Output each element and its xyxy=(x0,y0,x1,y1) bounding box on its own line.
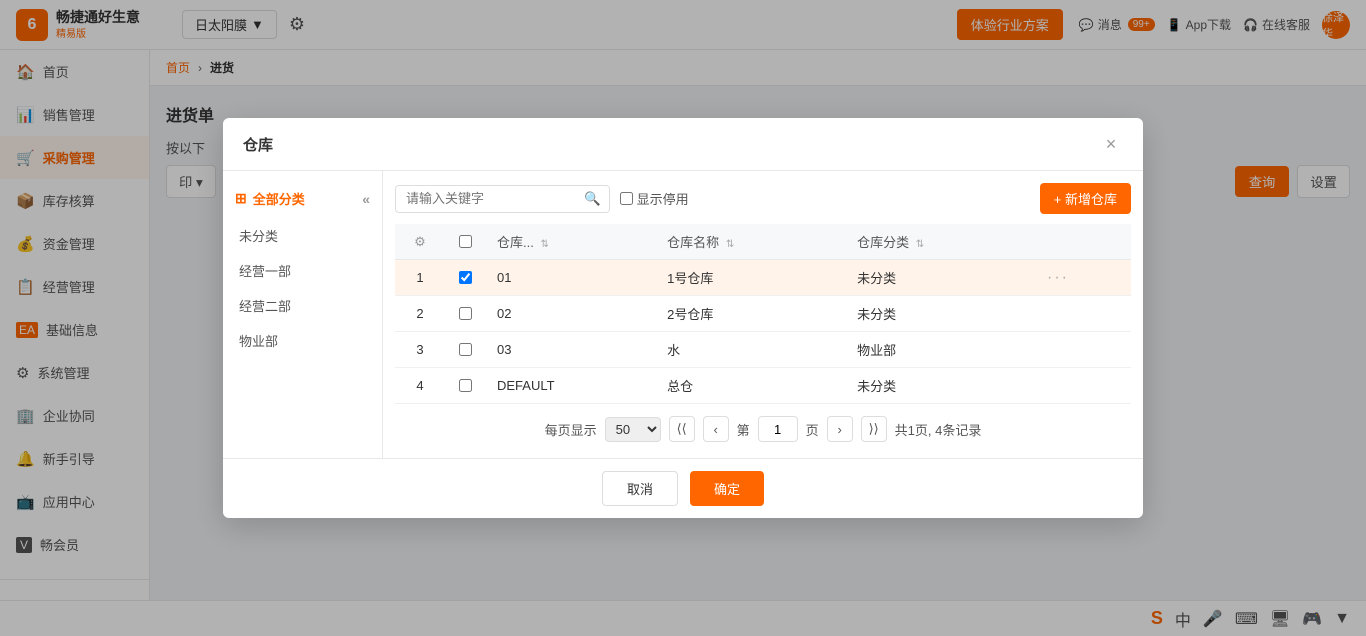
table-row[interactable]: 1 01 1号仓库 未分类 ··· xyxy=(395,260,1131,296)
category-label-dept1: 经营一部 xyxy=(239,264,291,279)
col-header-check xyxy=(445,224,485,260)
category-all-label: 全部分类 xyxy=(253,189,305,208)
add-warehouse-button[interactable]: + 新增仓库 xyxy=(1040,183,1131,214)
row-name: 1号仓库 xyxy=(655,260,845,296)
row-more-button[interactable]: ··· xyxy=(1047,269,1069,286)
show-disabled-text: 显示停用 xyxy=(637,189,689,208)
row-checkbox[interactable] xyxy=(459,379,472,392)
sort-name-icon: ⇅ xyxy=(726,239,734,250)
page-next-button[interactable]: › xyxy=(827,416,853,442)
col-header-settings: ⚙ xyxy=(395,224,445,260)
cancel-button[interactable]: 取消 xyxy=(602,471,678,506)
row-num: 2 xyxy=(395,296,445,332)
page-size-select[interactable]: 50 10 20 100 xyxy=(605,417,661,442)
col-header-code: 仓库... ⇅ xyxy=(485,224,655,260)
row-actions[interactable] xyxy=(1035,296,1131,332)
page-label: 页 xyxy=(806,420,819,439)
row-num: 3 xyxy=(395,332,445,368)
modal-header: 仓库 × xyxy=(223,118,1143,171)
category-item-unclassified[interactable]: 未分类 xyxy=(223,218,382,253)
table-row[interactable]: 4 DEFAULT 总仓 未分类 xyxy=(395,368,1131,404)
sort-category-icon: ⇅ xyxy=(916,239,924,250)
modal-title: 仓库 xyxy=(243,134,273,155)
collapse-icon[interactable]: « xyxy=(362,191,370,207)
category-label-property: 物业部 xyxy=(239,334,278,349)
warehouse-modal: 仓库 × ⊞ 全部分类 « 未分类 经营一部 经营二部 xyxy=(223,118,1143,518)
total-info: 共1页, 4条记录 xyxy=(895,420,982,439)
row-checkbox[interactable] xyxy=(459,307,472,320)
row-code: 02 xyxy=(485,296,655,332)
show-disabled-checkbox[interactable] xyxy=(620,192,633,205)
table-row[interactable]: 2 02 2号仓库 未分类 xyxy=(395,296,1131,332)
sort-code-icon: ⇅ xyxy=(540,239,548,250)
table-header-row: ⚙ 仓库... ⇅ xyxy=(395,224,1131,260)
warehouse-table: ⚙ 仓库... ⇅ xyxy=(395,224,1131,404)
col-header-actions xyxy=(1035,224,1131,260)
row-name: 2号仓库 xyxy=(655,296,845,332)
modal-body: ⊞ 全部分类 « 未分类 经营一部 经营二部 物业部 xyxy=(223,171,1143,458)
page-size-label: 每页显示 xyxy=(545,420,597,439)
row-check[interactable] xyxy=(445,332,485,368)
row-category: 未分类 xyxy=(845,368,1035,404)
grid-icon: ⊞ xyxy=(235,190,247,207)
table-panel: 🔍 显示停用 + 新增仓库 ⚙ xyxy=(383,171,1143,458)
row-name: 水 xyxy=(655,332,845,368)
modal-footer: 取消 确定 xyxy=(223,458,1143,518)
row-actions[interactable] xyxy=(1035,368,1131,404)
page-prev-button[interactable]: ‹ xyxy=(703,416,729,442)
search-input[interactable] xyxy=(396,186,576,211)
row-category: 未分类 xyxy=(845,260,1035,296)
row-code: 03 xyxy=(485,332,655,368)
row-category: 物业部 xyxy=(845,332,1035,368)
row-name: 总仓 xyxy=(655,368,845,404)
row-checkbox[interactable] xyxy=(459,271,472,284)
search-box: 🔍 xyxy=(395,185,610,213)
row-code: 01 xyxy=(485,260,655,296)
row-num: 1 xyxy=(395,260,445,296)
col-header-name: 仓库名称 ⇅ xyxy=(655,224,845,260)
col-header-category: 仓库分类 ⇅ xyxy=(845,224,1035,260)
modal-close-button[interactable]: × xyxy=(1099,132,1123,156)
category-label-dept2: 经营二部 xyxy=(239,299,291,314)
page-num-label: 第 xyxy=(737,420,750,439)
row-check[interactable] xyxy=(445,296,485,332)
select-all-checkbox[interactable] xyxy=(459,235,472,248)
row-check[interactable] xyxy=(445,368,485,404)
page-number-input[interactable] xyxy=(758,416,798,442)
category-panel: ⊞ 全部分类 « 未分类 经营一部 经营二部 物业部 xyxy=(223,171,383,458)
row-num: 4 xyxy=(395,368,445,404)
page-last-button[interactable]: ⟩⟩ xyxy=(861,416,887,442)
category-item-property[interactable]: 物业部 xyxy=(223,323,382,358)
category-label-unclassified: 未分类 xyxy=(239,229,278,244)
confirm-button[interactable]: 确定 xyxy=(690,471,764,506)
category-item-dept1[interactable]: 经营一部 xyxy=(223,253,382,288)
category-item-dept2[interactable]: 经营二部 xyxy=(223,288,382,323)
table-toolbar: 🔍 显示停用 + 新增仓库 xyxy=(395,183,1131,214)
show-disabled-checkbox-label[interactable]: 显示停用 xyxy=(620,189,689,208)
row-checkbox[interactable] xyxy=(459,343,472,356)
row-code: DEFAULT xyxy=(485,368,655,404)
row-category: 未分类 xyxy=(845,296,1035,332)
page-first-button[interactable]: ⟨⟨ xyxy=(669,416,695,442)
search-button[interactable]: 🔍 xyxy=(576,186,609,212)
row-actions[interactable]: ··· xyxy=(1035,260,1131,296)
modal-overlay: 仓库 × ⊞ 全部分类 « 未分类 经营一部 经营二部 xyxy=(0,0,1366,636)
pagination-bar: 每页显示 50 10 20 100 ⟨⟨ ‹ 第 页 › ⟩⟩ 共1页, 4条记… xyxy=(395,404,1131,446)
row-check[interactable] xyxy=(445,260,485,296)
table-row[interactable]: 3 03 水 物业部 xyxy=(395,332,1131,368)
category-all[interactable]: ⊞ 全部分类 « xyxy=(223,183,382,218)
row-actions[interactable] xyxy=(1035,332,1131,368)
